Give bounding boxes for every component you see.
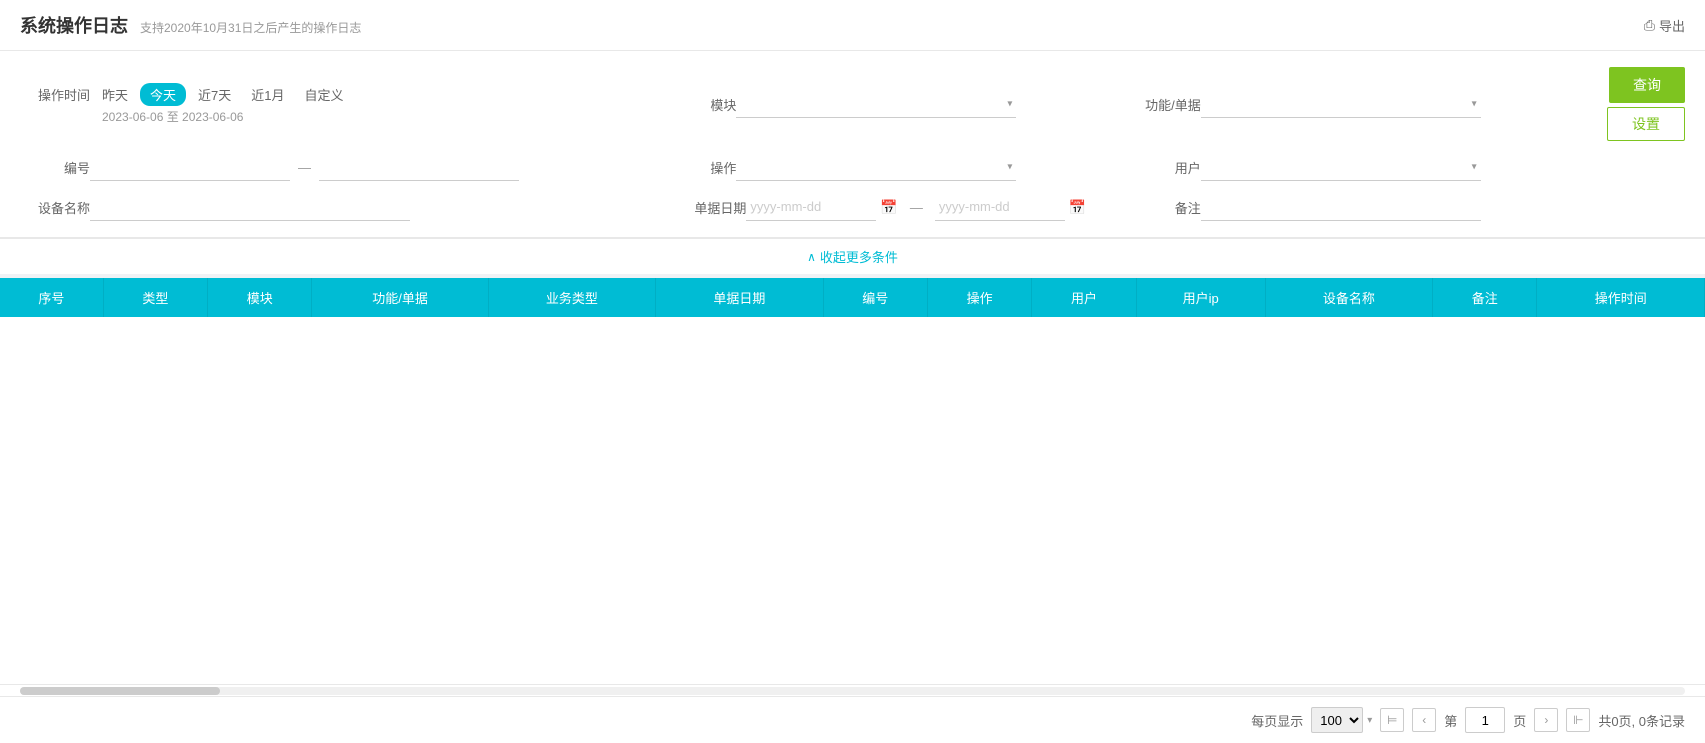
filter-rows: 操作时间 昨天 今天 近7天 近1月 自定义 2023-06-06 至 2023… xyxy=(20,67,1685,221)
page-container: 系统操作日志 支持2020年10月31日之后产生的操作日志 ⎙ 导出 操作时间 … xyxy=(0,0,1705,743)
action-buttons: 查询 设置 xyxy=(1575,67,1685,141)
module-select-wrap: ▾ xyxy=(736,90,1016,118)
scroll-bar-area[interactable] xyxy=(0,684,1705,696)
col-op-time: 操作时间 xyxy=(1537,278,1705,317)
collapse-label: 收起更多条件 xyxy=(820,247,898,266)
user-input[interactable] xyxy=(1201,153,1481,181)
function-select-wrap: ▾ xyxy=(1201,90,1481,118)
operation-label: 操作 xyxy=(686,158,736,177)
col-function: 功能/单据 xyxy=(312,278,488,317)
table-header-row: 序号 类型 模块 功能/单据 业务类型 单据日期 编号 操作 用户 用户ip 设… xyxy=(0,278,1705,317)
total-info: 共0页, 0条记录 xyxy=(1598,711,1685,730)
calendar-end-icon[interactable]: 📅 xyxy=(1069,199,1086,216)
col-business-type: 业务类型 xyxy=(488,278,655,317)
device-input[interactable] xyxy=(90,193,410,221)
time-col: 操作时间 昨天 今天 近7天 近1月 自定义 2023-06-06 至 2023… xyxy=(20,83,686,125)
number-label: 编号 xyxy=(20,158,90,177)
page-size-select[interactable]: 100 50 200 xyxy=(1311,707,1363,733)
date-input-wrap: 📅 — 📅 xyxy=(746,193,1086,221)
empty-area xyxy=(0,317,1705,667)
calendar-start-icon[interactable]: 📅 xyxy=(880,199,897,216)
collapse-bar[interactable]: ∧ 收起更多条件 xyxy=(0,238,1705,274)
function-input[interactable] xyxy=(1201,90,1481,118)
number-input-end[interactable] xyxy=(319,153,519,181)
operation-input[interactable] xyxy=(736,153,1016,181)
number-dash: — xyxy=(298,160,311,175)
module-input[interactable] xyxy=(736,90,1016,118)
page-label: 第 xyxy=(1444,711,1457,730)
voucher-date-label: 单据日期 xyxy=(686,198,746,217)
module-label: 模块 xyxy=(686,95,736,114)
col-user-ip: 用户ip xyxy=(1136,278,1265,317)
date-start-input[interactable] xyxy=(746,193,876,221)
user-label: 用户 xyxy=(1131,158,1201,177)
number-col: 编号 — xyxy=(20,153,686,181)
time-btn-1month[interactable]: 近1月 xyxy=(243,83,292,106)
filter-row-2: 编号 — 操作 ▾ 用户 xyxy=(20,153,1685,181)
device-label: 设备名称 xyxy=(20,198,90,217)
table-section: 序号 类型 模块 功能/单据 业务类型 单据日期 编号 操作 用户 用户ip 设… xyxy=(0,278,1705,684)
time-range-display: 2023-06-06 至 2023-06-06 xyxy=(102,110,243,124)
page-size-label: 每页显示 xyxy=(1251,711,1303,730)
col-type: 类型 xyxy=(103,278,207,317)
filter-area: 操作时间 昨天 今天 近7天 近1月 自定义 2023-06-06 至 2023… xyxy=(0,51,1705,238)
function-col: 功能/单据 ▾ xyxy=(1131,90,1575,118)
time-filter: 昨天 今天 近7天 近1月 自定义 xyxy=(94,83,352,106)
function-label: 功能/单据 xyxy=(1131,95,1201,114)
prev-page-button[interactable]: ‹ xyxy=(1412,708,1436,732)
filter-row-3: 设备名称 单据日期 📅 — 📅 备注 xyxy=(20,193,1685,221)
user-col: 用户 ▾ xyxy=(1131,153,1575,181)
number-input-start[interactable] xyxy=(90,153,290,181)
page-size-chevron-icon: ▾ xyxy=(1367,715,1372,726)
export-label: 导出 xyxy=(1659,16,1685,35)
page-input[interactable] xyxy=(1465,707,1505,733)
page-suffix: 页 xyxy=(1513,711,1526,730)
remark-label: 备注 xyxy=(1131,198,1201,217)
col-voucher-date: 单据日期 xyxy=(656,278,823,317)
first-page-button[interactable]: ⊨ xyxy=(1380,708,1404,732)
remark-input[interactable] xyxy=(1201,193,1481,221)
pagination-bar: 每页显示 100 50 200 ▾ ⊨ ‹ 第 页 › ⊩ 共0页, 0条记录 xyxy=(0,696,1705,743)
page-header: 系统操作日志 支持2020年10月31日之后产生的操作日志 ⎙ 导出 xyxy=(0,0,1705,51)
time-btn-yesterday[interactable]: 昨天 xyxy=(94,83,136,106)
col-user: 用户 xyxy=(1032,278,1136,317)
page-title: 系统操作日志 xyxy=(20,12,128,38)
time-btn-7days[interactable]: 近7天 xyxy=(190,83,239,106)
filter-row-1: 操作时间 昨天 今天 近7天 近1月 自定义 2023-06-06 至 2023… xyxy=(20,67,1685,141)
time-btn-custom[interactable]: 自定义 xyxy=(297,83,352,106)
col-index: 序号 xyxy=(0,278,103,317)
export-button[interactable]: ⎙ 导出 xyxy=(1644,16,1685,35)
last-page-button[interactable]: ⊩ xyxy=(1566,708,1590,732)
col-module: 模块 xyxy=(208,278,312,317)
date-dash: — xyxy=(910,200,923,215)
operation-col: 操作 ▾ xyxy=(686,153,1130,181)
next-page-button[interactable]: › xyxy=(1534,708,1558,732)
col-number: 编号 xyxy=(823,278,927,317)
device-col: 设备名称 xyxy=(20,193,686,221)
remark-col: 备注 xyxy=(1131,193,1575,221)
export-icon: ⎙ xyxy=(1644,17,1655,34)
table-header: 序号 类型 模块 功能/单据 业务类型 单据日期 编号 操作 用户 用户ip 设… xyxy=(0,278,1705,317)
user-select-wrap: ▾ xyxy=(1201,153,1481,181)
date-end-input[interactable] xyxy=(935,193,1065,221)
setting-button[interactable]: 设置 xyxy=(1607,107,1685,141)
collapse-up-icon: ∧ xyxy=(807,250,816,264)
scroll-track xyxy=(20,687,1685,695)
scroll-thumb[interactable] xyxy=(20,687,220,695)
operation-select-wrap: ▾ xyxy=(736,153,1016,181)
time-label: 操作时间 xyxy=(20,85,90,104)
data-table: 序号 类型 模块 功能/单据 业务类型 单据日期 编号 操作 用户 用户ip 设… xyxy=(0,278,1705,317)
col-remark: 备注 xyxy=(1433,278,1537,317)
header-left: 系统操作日志 支持2020年10月31日之后产生的操作日志 xyxy=(20,12,361,38)
voucher-date-col: 单据日期 📅 — 📅 xyxy=(686,193,1130,221)
col-operation: 操作 xyxy=(927,278,1031,317)
query-button[interactable]: 查询 xyxy=(1609,67,1685,103)
time-btn-today[interactable]: 今天 xyxy=(140,83,186,106)
col-device: 设备名称 xyxy=(1265,278,1432,317)
page-subtitle: 支持2020年10月31日之后产生的操作日志 xyxy=(140,19,361,36)
module-col: 模块 ▾ xyxy=(686,90,1130,118)
